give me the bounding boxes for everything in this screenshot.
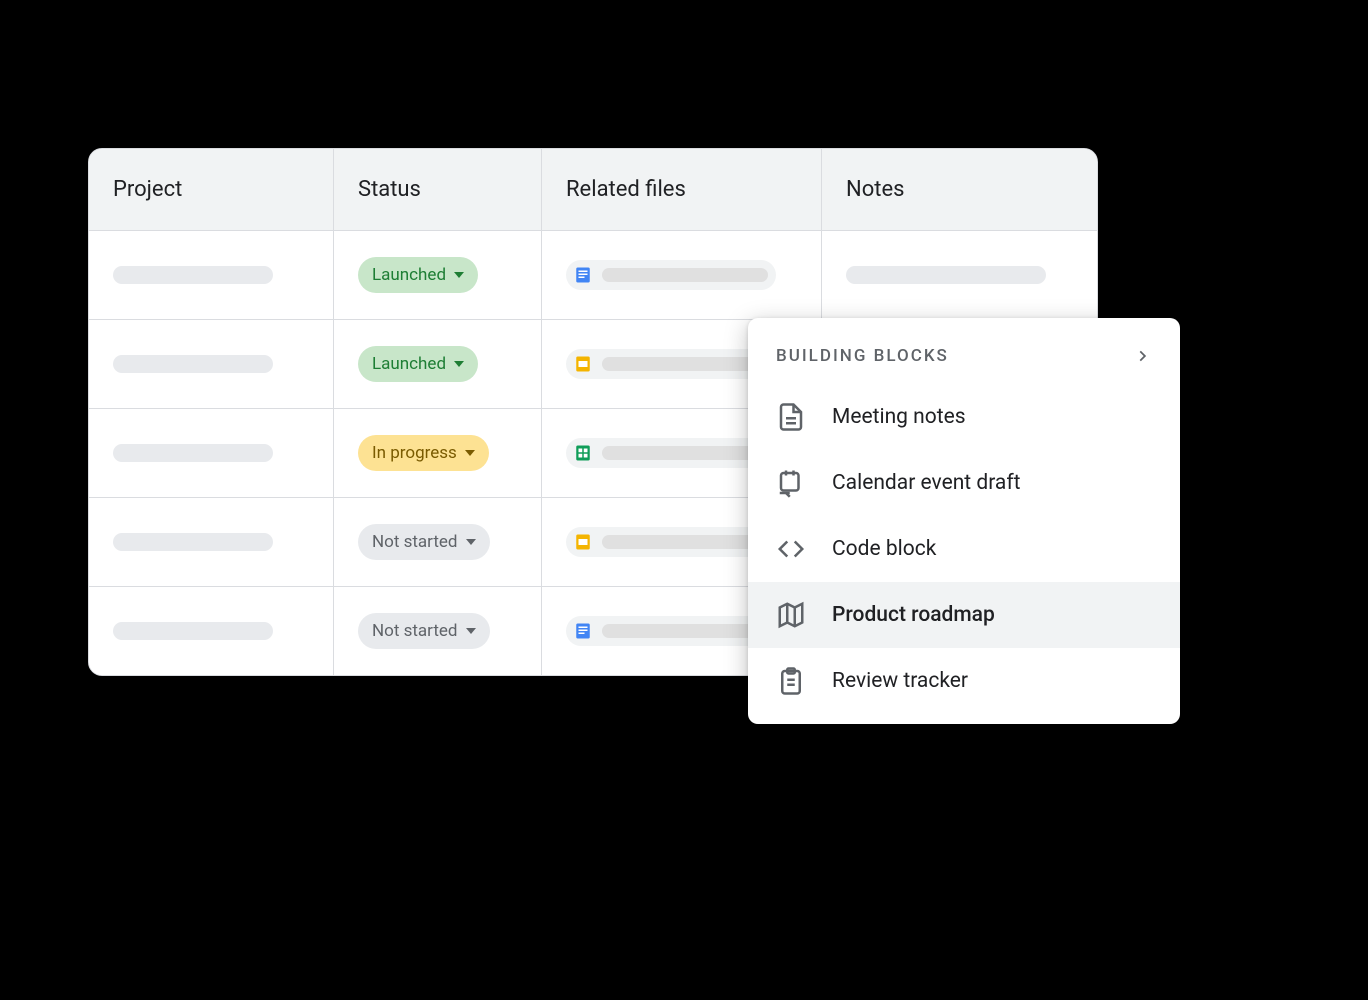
clipboard-icon bbox=[776, 666, 806, 696]
project-name-placeholder bbox=[113, 266, 273, 284]
docs-icon bbox=[574, 266, 592, 284]
project-cell bbox=[89, 320, 334, 408]
chevron-down-icon bbox=[454, 272, 464, 278]
project-cell bbox=[89, 587, 334, 675]
status-cell: Launched bbox=[334, 231, 542, 319]
column-header-project: Project bbox=[89, 149, 334, 230]
status-chip[interactable]: Not started bbox=[358, 613, 490, 649]
project-name-placeholder bbox=[113, 622, 273, 640]
column-header-files: Related files bbox=[542, 149, 822, 230]
calendar-icon bbox=[776, 468, 806, 498]
status-cell: In progress bbox=[334, 409, 542, 497]
chevron-down-icon bbox=[466, 539, 476, 545]
file-chip[interactable] bbox=[566, 438, 776, 468]
menu-item-product-roadmap[interactable]: Product roadmap bbox=[748, 582, 1180, 648]
chevron-down-icon bbox=[466, 628, 476, 634]
map-icon bbox=[776, 600, 806, 630]
menu-item-label: Calendar event draft bbox=[832, 471, 1021, 495]
slides-icon bbox=[574, 533, 592, 551]
column-header-notes: Notes bbox=[822, 149, 1097, 230]
menu-item-label: Review tracker bbox=[832, 669, 968, 693]
column-header-status: Status bbox=[334, 149, 542, 230]
notes-placeholder bbox=[846, 266, 1046, 284]
file-name-placeholder bbox=[602, 535, 768, 549]
status-label: In progress bbox=[372, 443, 457, 463]
chevron-down-icon bbox=[454, 361, 464, 367]
code-icon bbox=[776, 534, 806, 564]
file-name-placeholder bbox=[602, 446, 768, 460]
status-label: Launched bbox=[372, 265, 446, 285]
project-cell bbox=[89, 498, 334, 586]
docs-icon bbox=[574, 622, 592, 640]
status-label: Launched bbox=[372, 354, 446, 374]
table-row: Launched bbox=[89, 231, 1097, 320]
file-text-icon bbox=[776, 402, 806, 432]
file-chip[interactable] bbox=[566, 616, 776, 646]
file-name-placeholder bbox=[602, 268, 768, 282]
popup-header: BUILDING BLOCKS bbox=[748, 332, 1180, 384]
project-name-placeholder bbox=[113, 533, 273, 551]
status-chip[interactable]: Launched bbox=[358, 346, 478, 382]
menu-item-code-block[interactable]: Code block bbox=[748, 516, 1180, 582]
file-chip[interactable] bbox=[566, 349, 776, 379]
popup-title: BUILDING BLOCKS bbox=[776, 346, 949, 366]
project-name-placeholder bbox=[113, 444, 273, 462]
menu-item-calendar-event-draft[interactable]: Calendar event draft bbox=[748, 450, 1180, 516]
menu-item-label: Meeting notes bbox=[832, 405, 966, 429]
menu-item-label: Code block bbox=[832, 537, 936, 561]
menu-item-label: Product roadmap bbox=[832, 603, 995, 627]
status-cell: Not started bbox=[334, 587, 542, 675]
project-name-placeholder bbox=[113, 355, 273, 373]
status-chip[interactable]: Launched bbox=[358, 257, 478, 293]
files-cell bbox=[542, 231, 822, 319]
table-header-row: Project Status Related files Notes bbox=[89, 149, 1097, 231]
slides-icon bbox=[574, 355, 592, 373]
file-name-placeholder bbox=[602, 357, 768, 371]
file-name-placeholder bbox=[602, 624, 768, 638]
status-cell: Not started bbox=[334, 498, 542, 586]
file-chip[interactable] bbox=[566, 527, 776, 557]
building-blocks-popup: BUILDING BLOCKS Meeting notes Calendar e… bbox=[748, 318, 1180, 724]
menu-item-review-tracker[interactable]: Review tracker bbox=[748, 648, 1180, 714]
status-chip[interactable]: Not started bbox=[358, 524, 490, 560]
file-chip[interactable] bbox=[566, 260, 776, 290]
menu-item-meeting-notes[interactable]: Meeting notes bbox=[748, 384, 1180, 450]
project-cell bbox=[89, 409, 334, 497]
status-cell: Launched bbox=[334, 320, 542, 408]
status-label: Not started bbox=[372, 621, 458, 641]
status-chip[interactable]: In progress bbox=[358, 435, 489, 471]
sheets-icon bbox=[574, 444, 592, 462]
notes-cell bbox=[822, 231, 1097, 319]
status-label: Not started bbox=[372, 532, 458, 552]
chevron-right-icon[interactable] bbox=[1132, 346, 1152, 366]
project-cell bbox=[89, 231, 334, 319]
chevron-down-icon bbox=[465, 450, 475, 456]
